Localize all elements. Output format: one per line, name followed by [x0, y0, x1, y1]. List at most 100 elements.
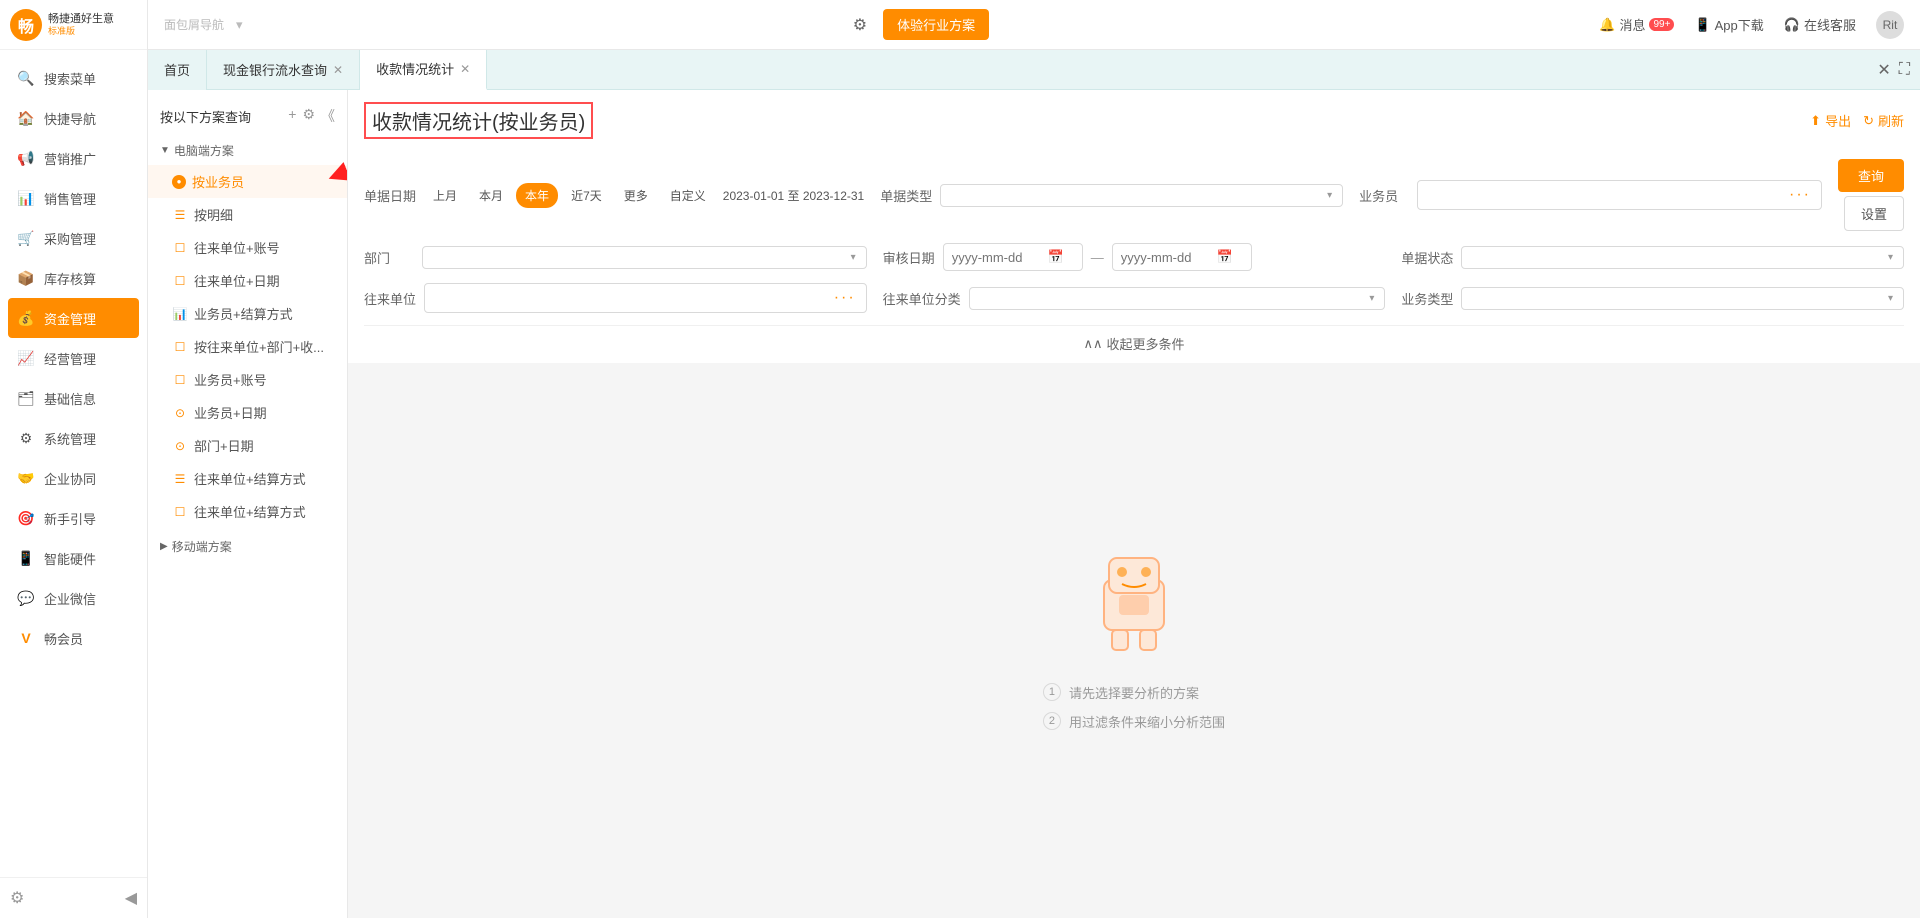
sidebar-item-enterprise[interactable]: 🤝 企业协同	[0, 458, 147, 498]
window-maximize-icon[interactable]: ⛶	[1899, 61, 1910, 79]
empty-steps: 1 请先选择要分析的方案 2 用过滤条件来缩小分析范围	[1043, 683, 1225, 741]
sidebar-item-operations[interactable]: 📈 经营管理	[0, 338, 147, 378]
menu-item-partner-account[interactable]: ☐ 往来单位+账号	[148, 231, 347, 264]
menu-item-partner-dept-coll[interactable]: ☐ 按往来单位+部门+收...	[148, 330, 347, 363]
sidebar-item-finance[interactable]: 💰 资金管理	[8, 298, 139, 338]
export-icon: ⬆	[1810, 113, 1821, 129]
window-close-icon[interactable]: ✕	[1877, 60, 1890, 80]
review-date-end-input[interactable]: 📅	[1112, 243, 1252, 271]
partner-more-dots[interactable]: ···	[834, 289, 856, 307]
sidebar-bottom: ⚙ ◀	[0, 877, 147, 918]
tab-collection-stats-close[interactable]: ✕	[460, 62, 470, 76]
empty-step-1: 1 请先选择要分析的方案	[1043, 683, 1225, 702]
collapse-panel-icon[interactable]: 《	[321, 106, 335, 126]
desktop-section: ▼ 电脑端方案 ● 按业务员 ☰ 按明细 ☐ 往来单位+账号 ☐ 往来单位+	[148, 136, 347, 528]
left-panel: 按以下方案查询 + ⚙ 《 ▼ 电脑端方案 ● 按业务员 ☰	[148, 90, 348, 918]
topbar-right: 🔔 消息 99+ 📱 App下载 🎧 在线客服 Rit	[1599, 11, 1904, 39]
menu-item-dept-date[interactable]: ⊙ 部门+日期	[148, 429, 347, 462]
sidebar-item-sales[interactable]: 📊 销售管理	[0, 178, 147, 218]
tab-home[interactable]: 首页	[148, 50, 207, 90]
partner-date-icon: ☐	[172, 273, 188, 289]
query-button[interactable]: 查询	[1838, 159, 1904, 192]
doc-status-select[interactable]: ▾	[1461, 246, 1904, 269]
doc-type-select[interactable]: ▾	[940, 184, 1343, 207]
sidebar-item-system[interactable]: ⚙ 系统管理	[0, 418, 147, 458]
date-tab-last-month[interactable]: 上月	[424, 183, 466, 208]
review-start-field[interactable]	[952, 250, 1042, 265]
sidebar-item-search-menu[interactable]: 🔍 搜索菜单	[0, 58, 147, 98]
mobile-section-title[interactable]: ▶ 移动端方案	[148, 532, 347, 561]
sidebar-item-wechat[interactable]: 💬 企业微信	[0, 578, 147, 618]
staff-label: 业务员	[1359, 186, 1409, 205]
quick-nav-icon: 🏠	[16, 108, 36, 128]
operations-icon: 📈	[16, 348, 36, 368]
tab-collection-stats[interactable]: 收款情况统计 ✕	[360, 50, 487, 90]
tabbar: 首页 现金银行流水查询 ✕ 收款情况统计 ✕ ✕ ⛶	[148, 50, 1920, 90]
menu-item-partner-settlement2[interactable]: ☐ 往来单位+结算方式	[148, 495, 347, 528]
dept-label: 部门	[364, 248, 414, 267]
menu-item-partner-settlement1[interactable]: ☰ 往来单位+结算方式	[148, 462, 347, 495]
sidebar-item-basic-info[interactable]: 🗂 基础信息	[0, 378, 147, 418]
purchase-icon: 🛒	[16, 228, 36, 248]
date-tab-this-year[interactable]: 本年	[516, 183, 558, 208]
sidebar-item-guide[interactable]: 🎯 新手引导	[0, 498, 147, 538]
sidebar-item-purchase[interactable]: 🛒 采购管理	[0, 218, 147, 258]
date-tab-custom[interactable]: 自定义	[661, 183, 715, 208]
sidebar-item-marketing[interactable]: 📢 营销推广	[0, 138, 147, 178]
app-download-item[interactable]: 📱 App下载	[1694, 15, 1763, 34]
menu-item-by-detail[interactable]: ☰ 按明细	[148, 198, 347, 231]
doc-type-label: 单据类型	[880, 186, 932, 205]
search-menu-icon: 🔍	[16, 68, 36, 88]
sidebar-item-smart-hw[interactable]: 📱 智能硬件	[0, 538, 147, 578]
menu-item-partner-date[interactable]: ☐ 往来单位+日期	[148, 264, 347, 297]
tab-bank-flow-close[interactable]: ✕	[333, 63, 343, 77]
trial-button[interactable]: 体验行业方案	[883, 9, 989, 40]
settings-scheme-icon[interactable]: ⚙	[302, 106, 315, 126]
filter-area: 单据日期 上月 本月 本年 近7天 更多 自定义 2023-01-01 至 20…	[348, 149, 1920, 363]
sidebar-item-member[interactable]: V 畅会员	[0, 618, 147, 658]
partner-cat-arrow-icon: ▾	[1369, 293, 1374, 304]
finance-icon: 💰	[16, 308, 36, 328]
refresh-button[interactable]: ↻ 刷新	[1863, 111, 1904, 130]
calendar-start-icon[interactable]: 📅	[1048, 249, 1064, 265]
staff-select[interactable]: ···	[1417, 180, 1822, 210]
tab-bank-flow[interactable]: 现金银行流水查询 ✕	[207, 50, 360, 90]
date-tab-this-month[interactable]: 本月	[470, 183, 512, 208]
menu-item-staff-account[interactable]: ☐ 业务员+账号	[148, 363, 347, 396]
date-tab-last-7[interactable]: 近7天	[562, 183, 611, 208]
menu-item-staff-settlement[interactable]: 📊 业务员+结算方式	[148, 297, 347, 330]
inventory-icon: 📦	[16, 268, 36, 288]
review-date-filter: 审核日期 📅 — 📅	[883, 243, 1386, 271]
partner-category-select[interactable]: ▾	[969, 287, 1386, 310]
menu-item-by-staff[interactable]: ● 按业务员	[148, 165, 347, 198]
notifications-item[interactable]: 🔔 消息 99+	[1599, 15, 1674, 34]
biz-type-select[interactable]: ▾	[1461, 287, 1904, 310]
online-service-item[interactable]: 🎧 在线客服	[1784, 15, 1856, 34]
dept-select[interactable]: ▾	[422, 246, 867, 269]
sidebar-collapse-icon[interactable]: ◀	[125, 888, 137, 908]
sidebar-item-quick-nav[interactable]: 🏠 快捷导航	[0, 98, 147, 138]
topbar-dropdown-icon[interactable]: ▾	[236, 17, 243, 33]
bell-icon: 🔔	[1599, 17, 1615, 33]
desktop-section-title[interactable]: ▼ 电脑端方案	[148, 136, 347, 165]
filter-settings-button[interactable]: 设置	[1844, 196, 1904, 231]
biz-type-filter: 业务类型 ▾	[1401, 287, 1904, 310]
partner-select[interactable]: ···	[424, 283, 867, 313]
date-label: 单据日期	[364, 186, 416, 205]
smart-hw-icon: 📱	[16, 548, 36, 568]
review-date-start-input[interactable]: 📅	[943, 243, 1083, 271]
add-scheme-icon[interactable]: +	[288, 106, 296, 126]
date-tab-more[interactable]: 更多	[615, 183, 657, 208]
staff-more-dots[interactable]: ···	[1789, 186, 1811, 204]
sidebar-item-inventory[interactable]: 📦 库存核算	[0, 258, 147, 298]
calendar-end-icon[interactable]: 📅	[1217, 249, 1233, 265]
collapse-button[interactable]: ∧∧ 收起更多条件	[1083, 334, 1184, 353]
user-avatar: Rit	[1876, 11, 1904, 39]
topbar-settings-icon[interactable]: ⚙	[853, 15, 867, 35]
review-end-field[interactable]	[1121, 250, 1211, 265]
user-avatar-item[interactable]: Rit	[1876, 11, 1904, 39]
export-button[interactable]: ⬆ 导出	[1810, 111, 1851, 130]
menu-item-staff-date[interactable]: ⊙ 业务员+日期	[148, 396, 347, 429]
sidebar-settings-icon[interactable]: ⚙	[10, 888, 24, 908]
sidebar-logo: 畅 畅捷通好生意 标准版	[0, 0, 147, 50]
